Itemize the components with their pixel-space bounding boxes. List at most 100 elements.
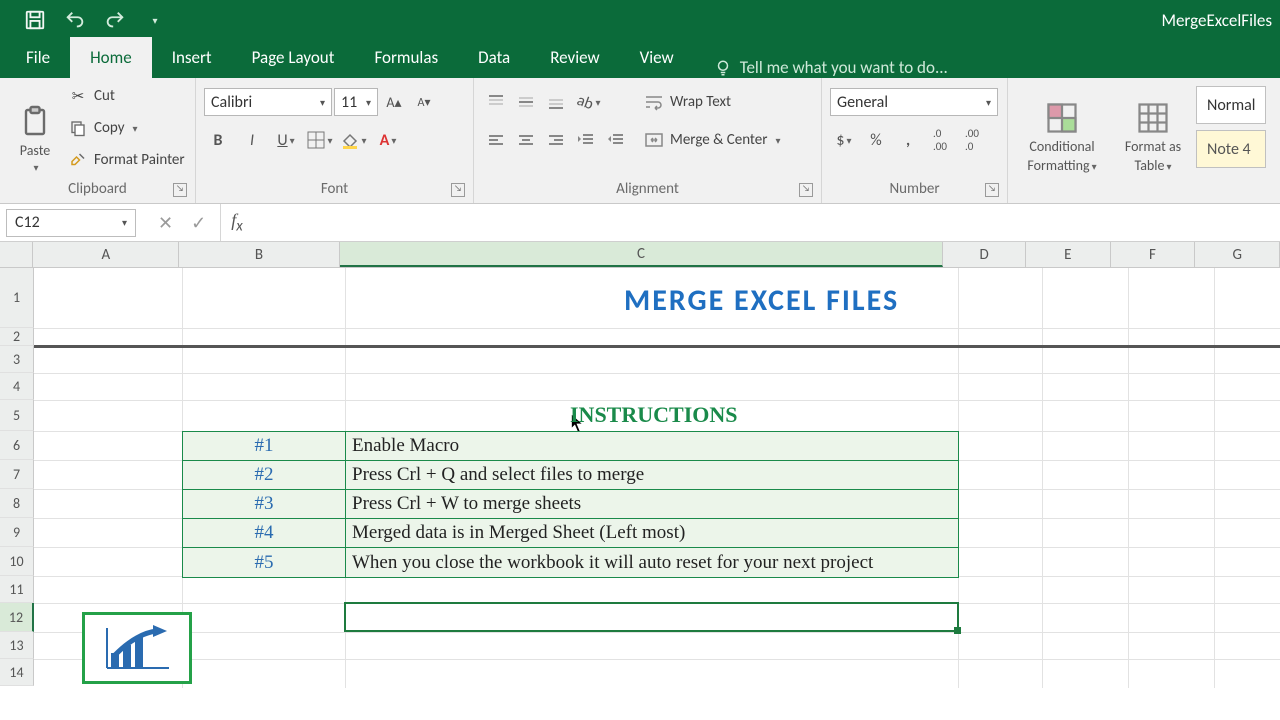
italic-button[interactable]: I [238,126,266,154]
tab-insert[interactable]: Insert [152,37,232,78]
bold-button[interactable]: B [204,126,232,154]
format-painter-button[interactable]: Format Painter [68,146,185,174]
sheet-title: MERGE EXCEL FILES [624,282,899,319]
clipboard-dialog-launcher[interactable] [173,183,187,197]
cell-style-normal[interactable]: Normal [1196,86,1266,124]
font-color-button[interactable]: A▾ [374,126,402,154]
cancel-formula-icon[interactable]: ✕ [158,212,173,234]
wrap-text-button[interactable]: Wrap Text [644,88,781,116]
comma-format-icon[interactable]: , [894,126,922,154]
group-label-number: Number [830,180,999,201]
merge-icon [644,130,664,150]
merge-center-button[interactable]: Merge & Center▾ [644,126,781,154]
col-header-F[interactable]: F [1111,242,1196,267]
formula-bar-row: C12▾ ✕ ✓ fx [0,204,1280,242]
row-header-1[interactable]: 1 [0,268,34,328]
paste-button[interactable]: Paste ▾ [8,82,62,174]
qat-customize-icon[interactable]: ▾ [140,5,170,35]
alignment-dialog-launcher[interactable] [799,183,813,197]
row-header-2[interactable]: 2 [0,328,34,346]
col-header-E[interactable]: E [1026,242,1111,267]
orientation-icon[interactable]: ab▾ [572,88,606,116]
font-size-combo[interactable]: 11▾ [334,88,378,116]
row-header-8[interactable]: 8 [0,489,34,518]
instructions-heading: INSTRUCTIONS [570,402,738,428]
redo-icon[interactable] [100,5,130,35]
group-label-font: Font [204,180,465,201]
row-header-3[interactable]: 3 [0,346,34,373]
fill-color-button[interactable]: ▾ [340,126,368,154]
enter-formula-icon[interactable]: ✓ [191,212,206,234]
number-dialog-launcher[interactable] [985,183,999,197]
align-right-icon[interactable] [542,126,570,154]
tab-page-layout[interactable]: Page Layout [232,37,355,78]
col-header-A[interactable]: A [33,242,179,267]
font-dialog-launcher[interactable] [451,183,465,197]
tab-file[interactable]: File [6,37,70,78]
table-row: #4Merged data is in Merged Sheet (Left m… [183,519,958,548]
align-center-icon[interactable] [512,126,540,154]
tab-formulas[interactable]: Formulas [354,37,458,78]
align-bottom-icon[interactable] [542,88,570,116]
instructions-table: #1Enable Macro #2Press Crl + Q and selec… [182,431,959,578]
save-icon[interactable] [20,5,50,35]
format-as-table-button[interactable]: Format as Table▾ [1116,82,1190,174]
table-row: #1Enable Macro [183,432,958,461]
tab-data[interactable]: Data [458,37,530,78]
tab-review[interactable]: Review [530,37,619,78]
paintbrush-icon [68,150,88,170]
row-header-10[interactable]: 10 [0,547,34,576]
row-header-6[interactable]: 6 [0,431,34,460]
group-label-alignment: Alignment [482,180,813,201]
row-header-11[interactable]: 11 [0,576,34,603]
row-header-14[interactable]: 14 [0,659,34,686]
tell-me-search[interactable]: Tell me what you want to do... [714,57,948,78]
decrease-decimal-icon[interactable]: .00.0 [958,126,986,154]
increase-indent-icon[interactable] [602,126,630,154]
wrap-text-icon [644,92,664,112]
group-label-clipboard: Clipboard [8,180,187,201]
percent-format-icon[interactable]: % [862,126,890,154]
align-middle-icon[interactable] [512,88,540,116]
spreadsheet-grid[interactable]: A B C D E F G 1 2 3 4 5 6 7 8 9 10 11 12… [0,242,1280,688]
row-header-5[interactable]: 5 [0,400,34,431]
formula-bar-input[interactable] [253,204,1280,241]
underline-button[interactable]: U▾ [272,126,300,154]
col-header-C[interactable]: C [340,242,944,267]
tab-home[interactable]: Home [70,37,152,78]
row-header-7[interactable]: 7 [0,460,34,489]
tab-view[interactable]: View [620,37,694,78]
table-row: #5When you close the workbook it will au… [183,548,958,577]
borders-button[interactable]: ▾ [306,126,334,154]
cell-style-note4[interactable]: Note 4 [1196,130,1266,168]
row-header-4[interactable]: 4 [0,373,34,400]
cut-button[interactable]: ✂Cut [68,82,185,110]
number-format-combo[interactable]: General▾ [830,88,998,116]
title-bar: ▾ MergeExcelFiles [0,0,1280,40]
row-header-13[interactable]: 13 [0,632,34,659]
undo-icon[interactable] [60,5,90,35]
tell-me-placeholder: Tell me what you want to do... [740,57,948,78]
decrease-indent-icon[interactable] [572,126,600,154]
scissors-icon: ✂ [68,86,88,106]
copy-button[interactable]: Copy▾ [68,114,185,142]
col-header-D[interactable]: D [943,242,1026,267]
increase-font-icon[interactable]: A▴ [380,88,408,116]
font-name-combo[interactable]: Calibri▾ [204,88,332,116]
accounting-format-icon[interactable]: $▾ [830,126,858,154]
fx-icon[interactable]: fx [221,210,253,236]
table-row: #2Press Crl + Q and select files to merg… [183,461,958,490]
row-header-9[interactable]: 9 [0,518,34,547]
col-header-B[interactable]: B [179,242,340,267]
select-all-corner[interactable] [0,242,33,267]
align-top-icon[interactable] [482,88,510,116]
increase-decimal-icon[interactable]: .0.00 [926,126,954,154]
conditional-formatting-button[interactable]: Conditional Formatting▾ [1016,82,1108,174]
decrease-font-icon[interactable]: A▾ [410,88,438,116]
row-header-12[interactable]: 12 [0,603,34,632]
selected-cell[interactable] [344,602,959,632]
table-row: #3Press Crl + W to merge sheets [183,490,958,519]
align-left-icon[interactable] [482,126,510,154]
col-header-G[interactable]: G [1195,242,1280,267]
name-box[interactable]: C12▾ [6,209,136,237]
